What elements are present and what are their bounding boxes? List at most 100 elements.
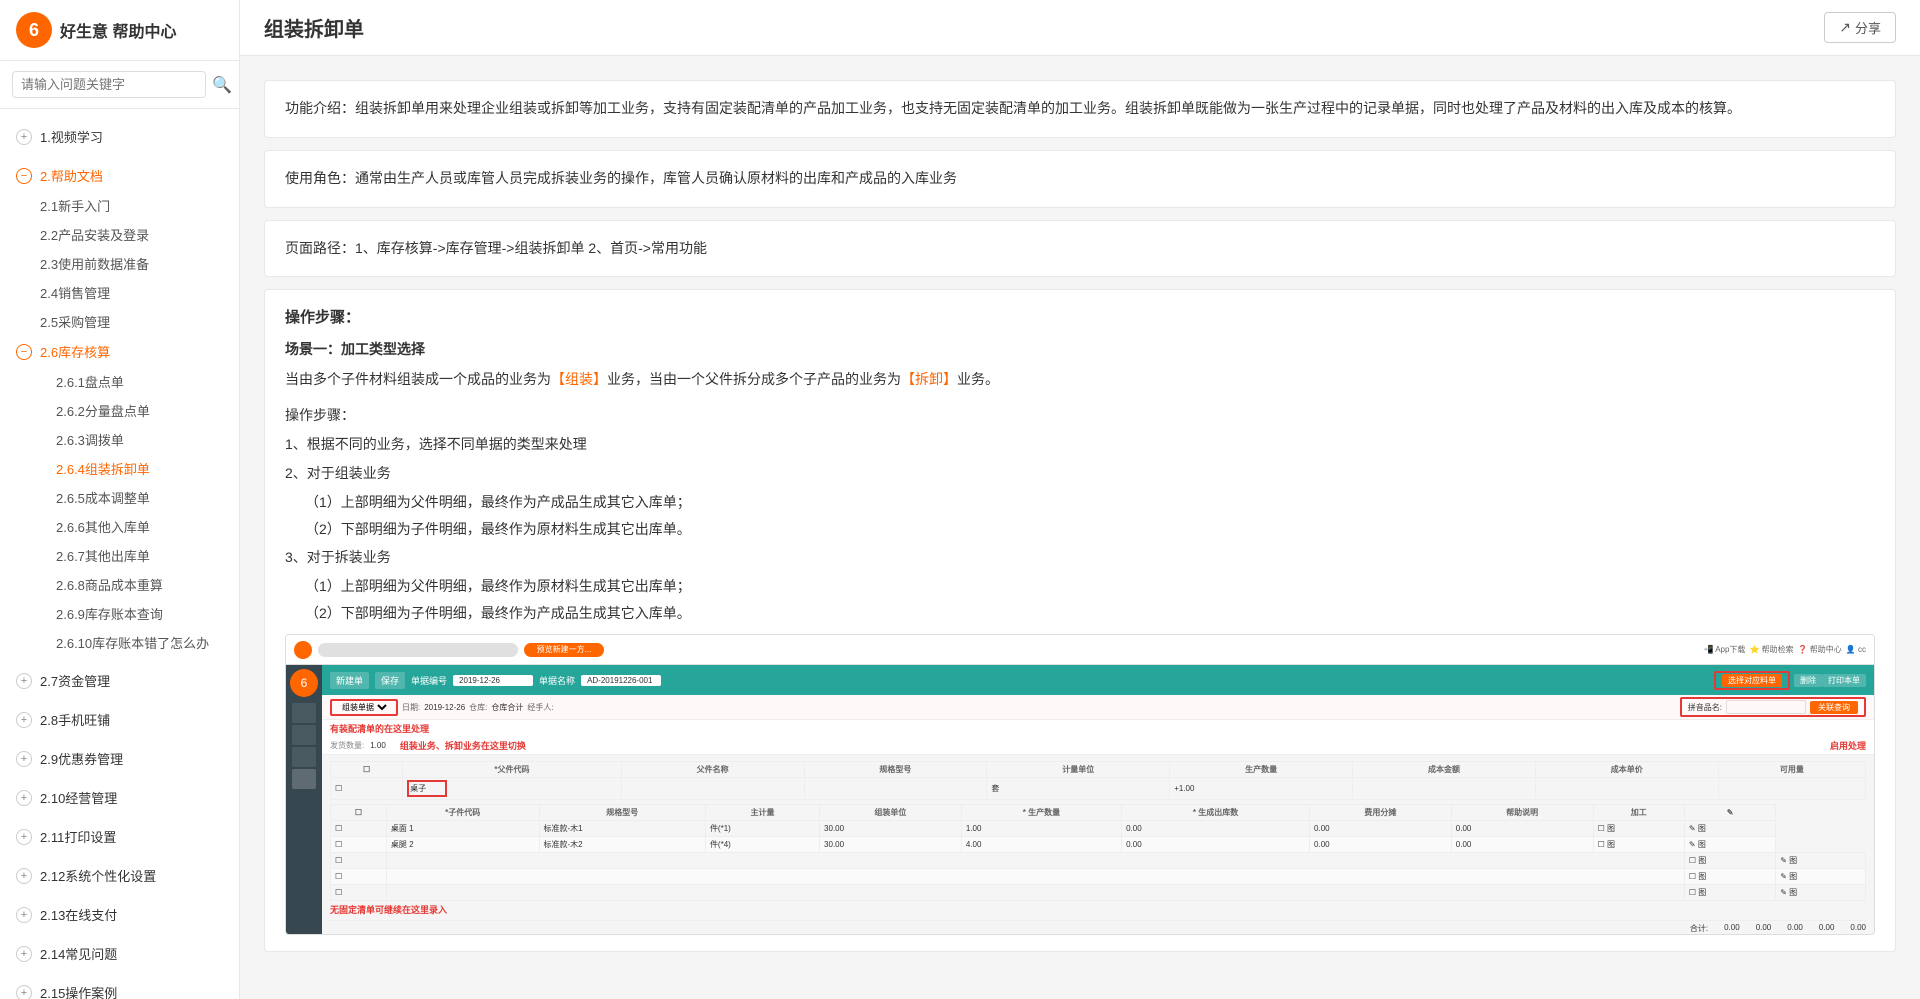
sim-doc-no-label: 单据编号 — [411, 674, 447, 687]
sidebar-item-pay[interactable]: + 2.13在线支付 — [0, 899, 239, 930]
th2-code: *子件代码 — [386, 805, 539, 821]
annotation3-text: 启用处理 — [1830, 739, 1866, 752]
annotation1-text: 有装配清单的在这里处理 — [322, 720, 1874, 737]
sim-totals-row: 发货数量: 1.00 组装业务、拆卸业务在这里切换 启用处理 — [322, 737, 1874, 755]
sidebar-item-data-prep[interactable]: 2.3使用前数据准备 — [0, 249, 239, 278]
sidebar-item-inventory-label: 2.6库存核算 — [40, 342, 110, 361]
sidebar-item-docs[interactable]: − 2.帮助文档 — [0, 160, 239, 191]
step1-text: 1、根据不同的业务，选择不同单据的类型来处理 — [285, 432, 1875, 457]
step3-1-text: （1）上部明细为父件明细，最终作为原材料生成其它出库单； — [285, 574, 1875, 599]
sidebar-item-stocktake[interactable]: 2.6.1盘点单 — [16, 367, 239, 396]
sidebar-item-pay-label: 2.13在线支付 — [40, 905, 117, 924]
th-select: ☐ — [331, 762, 403, 778]
path-text: 页面路径：1、库存核算->库存管理->组装拆卸单 2、首页->常用功能 — [285, 237, 1875, 261]
td2-edit-5: ✎ 图 — [1776, 885, 1866, 901]
sim-total-amount-val: 0.00 — [1787, 923, 1803, 934]
sim-total-label: 发货数量: — [330, 740, 364, 751]
td2-op-4: ☐ 图 — [1684, 869, 1775, 885]
sidebar-item-ops[interactable]: + 2.10经营管理 — [0, 782, 239, 813]
td2-code-2: 桌腿 2 — [386, 837, 539, 853]
td2-qty-2: 4.00 — [961, 837, 1121, 853]
logo-text: 好生意 帮助中心 — [60, 18, 176, 42]
share-button[interactable]: ↗ 分享 — [1824, 12, 1896, 43]
intro-text: 功能介绍：组装拆卸单用来处理企业组装或拆卸等加工业务，支持有固定装配清单的产品加… — [285, 97, 1875, 121]
sidebar-item-ledger-query[interactable]: 2.6.9库存账本查询 — [16, 599, 239, 628]
sidebar-item-coupon[interactable]: + 2.9优惠券管理 — [0, 743, 239, 774]
sidebar-item-beginner[interactable]: 2.1新手入门 — [0, 191, 239, 220]
expand-icon-mobile: + — [16, 712, 32, 728]
td2-select-4: ☐ — [331, 869, 387, 885]
td-avail-1 — [1718, 778, 1865, 800]
sim-logo-icon — [294, 641, 312, 659]
sidebar-item-inventory[interactable]: − 2.6库存核算 — [0, 336, 239, 367]
sim-person-label: 经手人: — [527, 702, 553, 713]
sidebar-item-cost-recalc[interactable]: 2.6.8商品成本重算 — [16, 570, 239, 599]
th-qty: 生产数量 — [1170, 762, 1353, 778]
td2-code-1: 桌面 1 — [386, 821, 539, 837]
td2-cost-2: 0.00 — [1122, 837, 1310, 853]
td2-qty-1: 1.00 — [961, 821, 1121, 837]
sim-nav-icon-1 — [292, 703, 316, 723]
sidebar-item-sales[interactable]: 2.4销售管理 — [0, 278, 239, 307]
sidebar-item-purchase[interactable]: 2.5采购管理 — [0, 307, 239, 336]
sidebar-item-cases-label: 2.15操作案例 — [40, 983, 117, 999]
sidebar-item-other-inbound[interactable]: 2.6.6其他入库单 — [16, 512, 239, 541]
step3-2-text: （2）下部明细为子件明细，最终作为产成品生成其它入库单。 — [285, 601, 1875, 626]
th-unit-cost: 成本单价 — [1535, 762, 1718, 778]
td-cost-1 — [1353, 778, 1536, 800]
path-card: 页面路径：1、库存核算->库存管理->组装拆卸单 2、首页->常用功能 — [264, 220, 1896, 278]
td2-unit-1: 30.00 — [820, 821, 962, 837]
collapse-icon-docs: − — [16, 168, 32, 184]
nav-section-finance: + 2.7资金管理 — [0, 661, 239, 700]
nav-section-faq: + 2.14常见问题 — [0, 934, 239, 973]
sim-table-container: ☐ *父件代码 父件名称 规格型号 计量单位 生产数量 成本金额 成本单价 — [322, 755, 1874, 934]
nav-section-mobile: + 2.8手机旺铺 — [0, 700, 239, 739]
td2-op-2: ☐ 图 — [1593, 837, 1684, 853]
sidebar: 6 好生意 帮助中心 🔍 + 1.视频学习 − 2.帮助文档 2.1新手入门 2… — [0, 0, 240, 999]
td2-cost-1: 0.00 — [1122, 821, 1310, 837]
sim-header-delete: 删除 — [1794, 674, 1822, 687]
sidebar-item-ledger-fix[interactable]: 2.6.10库存账本错了怎么办 — [16, 628, 239, 657]
page-title: 组装拆卸单 — [264, 13, 364, 42]
sidebar-item-video[interactable]: + 1.视频学习 — [0, 121, 239, 152]
search-button[interactable]: 🔍 — [212, 75, 232, 95]
search-input[interactable] — [12, 71, 206, 98]
sim-biz-label: 单据名称 — [539, 674, 575, 687]
sidebar-item-coupon-label: 2.9优惠券管理 — [40, 749, 123, 768]
sidebar-item-partial-stocktake[interactable]: 2.6.2分量盘点单 — [16, 396, 239, 425]
td2-edit-4: ✎ 图 — [1776, 869, 1866, 885]
td2-spec-1: 件(*1) — [705, 821, 819, 837]
sidebar-item-other-outbound[interactable]: 2.6.7其他出库单 — [16, 541, 239, 570]
expand-icon-coupon: + — [16, 751, 32, 767]
td-unit-1: 套 — [987, 778, 1170, 800]
sidebar-item-video-label: 1.视频学习 — [40, 127, 103, 146]
nav-section-cases: + 2.15操作案例 — [0, 973, 239, 999]
nav-section-docs: − 2.帮助文档 2.1新手入门 2.2产品安装及登录 2.3使用前数据准备 2… — [0, 156, 239, 661]
sidebar-item-print[interactable]: + 2.11打印设置 — [0, 821, 239, 852]
sidebar-item-personalize[interactable]: + 2.12系统个性化设置 — [0, 860, 239, 891]
sidebar-item-transfer[interactable]: 2.6.3调拨单 — [16, 425, 239, 454]
sidebar-item-install[interactable]: 2.2产品安装及登录 — [0, 220, 239, 249]
th2-spec: 主计量 — [705, 805, 819, 821]
sidebar-item-cost-adjust[interactable]: 2.6.5成本调整单 — [16, 483, 239, 512]
sidebar-item-personalize-label: 2.12系统个性化设置 — [40, 866, 156, 885]
sim-search-field — [1726, 700, 1806, 714]
sim-type-select: 组装单据 拆卸单据 — [338, 702, 390, 713]
sim-header: 新建单 保存 单据编号 2019-12-26 单据名称 AD-20191226-… — [322, 665, 1874, 695]
step2-1-text: （1）上部明细为父件明细，最终作为产成品生成其它入库单； — [285, 490, 1875, 515]
sidebar-item-cases[interactable]: + 2.15操作案例 — [0, 977, 239, 999]
sidebar-item-assembly[interactable]: 2.6.4组装拆卸单 — [16, 454, 239, 483]
th2-cost: * 生成出库数 — [1122, 805, 1310, 821]
sim-header-print: 打印本单 — [1822, 674, 1866, 687]
nav-section-video: + 1.视频学习 — [0, 117, 239, 156]
sim-table-upper: ☐ *父件代码 父件名称 规格型号 计量单位 生产数量 成本金额 成本单价 — [330, 761, 1866, 800]
expand-icon-cases: + — [16, 985, 32, 999]
td2-ucost-2: 0.00 — [1310, 837, 1452, 853]
sidebar-item-finance[interactable]: + 2.7资金管理 — [0, 665, 239, 696]
sidebar-item-mobile[interactable]: + 2.8手机旺铺 — [0, 704, 239, 735]
th2-avail: 帮助说明 — [1451, 805, 1593, 821]
sidebar-item-faq[interactable]: + 2.14常见问题 — [0, 938, 239, 969]
sim-sub-header: 组装单据 拆卸单据 日期: 2019-12-26 仓库: 仓库合计 经手人: — [322, 695, 1874, 720]
td2-select-2: ☐ — [331, 837, 387, 853]
td-unit-cost-1 — [1535, 778, 1718, 800]
